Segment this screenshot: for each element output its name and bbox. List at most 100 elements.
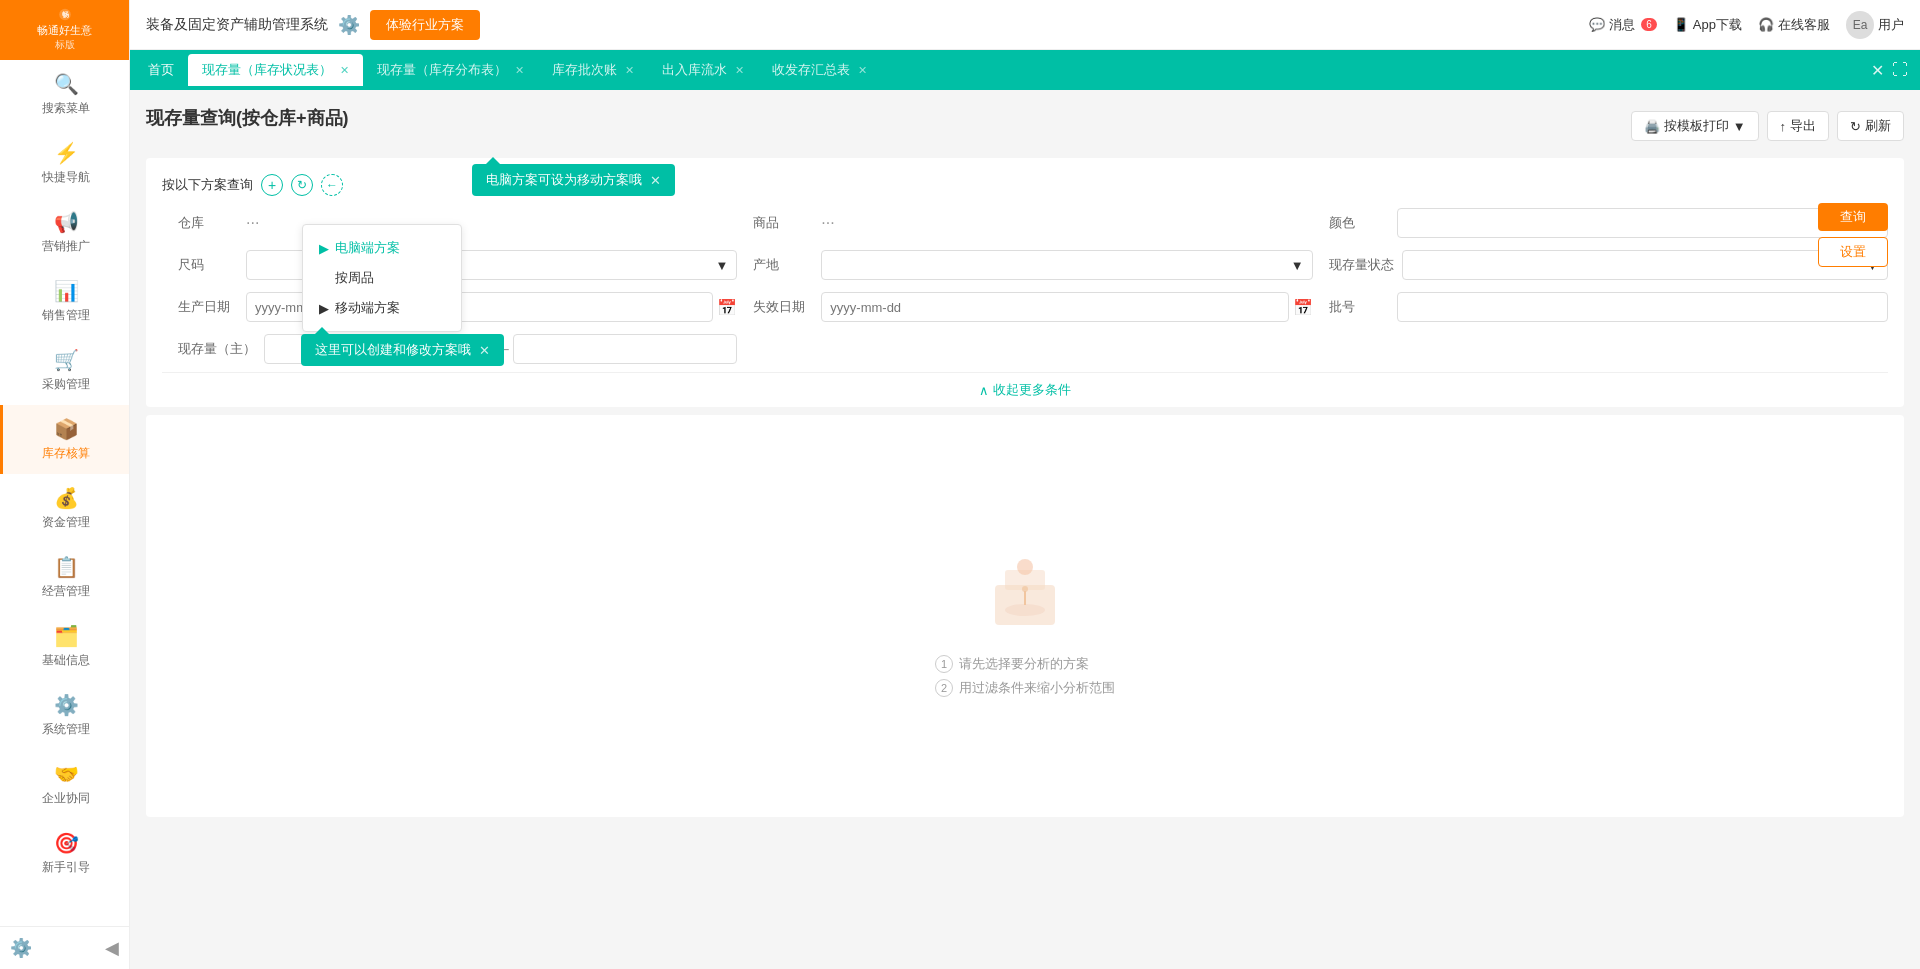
tab-close-collect[interactable]: ✕ [858, 64, 867, 77]
print-dropdown-icon: ▼ [1733, 119, 1746, 134]
filter-size-label: 尺码 [178, 256, 238, 274]
collapse-row[interactable]: ∧ 收起更多条件 [162, 372, 1888, 407]
export-btn[interactable]: ↑ 导出 [1767, 111, 1830, 141]
message-icon: 💬 [1589, 17, 1605, 32]
svg-point-5 [1005, 604, 1045, 616]
refresh-btn[interactable]: ↻ 刷新 [1837, 111, 1904, 141]
filter-row-stock-status: 现存量状态 ▼ [1329, 250, 1888, 280]
product-dots-icon[interactable]: ··· [821, 214, 834, 232]
sidebar-item-guide[interactable]: 🎯 新手引导 [0, 819, 129, 888]
enterprise-icon: 🤝 [54, 762, 79, 786]
sidebar-nav: 🔍 搜索菜单 ⚡ 快捷导航 📢 营销推广 📊 销售管理 🛒 采购管理 📦 库存核… [0, 60, 129, 926]
app-download-action[interactable]: 📱 App下载 [1673, 16, 1742, 34]
inventory-icon: 📦 [54, 417, 79, 441]
tab-inventory-status[interactable]: 现存量（库存状况表） ✕ [188, 54, 363, 86]
expire-date-input[interactable] [821, 292, 1288, 322]
sidebar-item-operations[interactable]: 📋 经营管理 [0, 543, 129, 612]
industry-btn[interactable]: 体验行业方案 [370, 10, 480, 40]
tab-close-inventory-status[interactable]: ✕ [340, 64, 349, 77]
empty-illustration [975, 535, 1075, 635]
hint-num-2: 2 [935, 679, 953, 697]
search-btn[interactable]: 查询 [1818, 203, 1888, 231]
expire-date-calendar-icon[interactable]: 📅 [1293, 298, 1313, 317]
sidebar-item-system[interactable]: ⚙️ 系统管理 [0, 681, 129, 750]
headset-icon: 🎧 [1758, 17, 1774, 32]
filter-refresh-btn[interactable]: ↻ [291, 174, 313, 196]
system-name: 装备及固定资产辅助管理系统 [146, 16, 328, 34]
quick-icon: ⚡ [54, 141, 79, 165]
sidebar-item-inventory[interactable]: 📦 库存核算 [0, 405, 129, 474]
tab-inout[interactable]: 出入库流水 ✕ [648, 54, 758, 86]
message-action[interactable]: 💬 消息 6 [1589, 16, 1657, 34]
sidebar-item-sales[interactable]: 📊 销售管理 [0, 267, 129, 336]
sidebar-item-base[interactable]: 🗂️ 基础信息 [0, 612, 129, 681]
gear-icon[interactable]: ⚙️ [338, 14, 360, 36]
scheme-item-desktop[interactable]: ▶ 电脑端方案 [303, 233, 461, 263]
filter-stock-status-label: 现存量状态 [1329, 256, 1394, 274]
svg-text:畅: 畅 [61, 11, 68, 18]
tooltip-edit-scheme: 这里可以创建和修改方案哦 ✕ [301, 334, 504, 366]
tooltip-desktop-scheme: 电脑方案可设为移动方案哦 ✕ [472, 164, 675, 196]
search-icon: 🔍 [54, 72, 79, 96]
scheme-tree: ▶ 电脑端方案 按周品 ▶ 移动端方案 [302, 224, 462, 332]
settings-filter-btn[interactable]: 设置 [1818, 237, 1888, 267]
filter-row-batch: 批号 [1329, 292, 1888, 322]
filter-row-product: 商品 ··· [753, 208, 1312, 238]
refresh-icon: ↻ [1850, 119, 1861, 134]
expand-arrow-mobile-icon: ▶ [319, 301, 329, 316]
top-header: 装备及固定资产辅助管理系统 ⚙️ 体验行业方案 💬 消息 6 📱 App下载 🎧… [130, 0, 1920, 50]
filter-row-expire-date: 失效日期 📅 [753, 292, 1312, 322]
sidebar-footer: ⚙️ ◀ [0, 926, 129, 969]
tab-collect[interactable]: 收发存汇总表 ✕ [758, 54, 881, 86]
sidebar-item-marketing[interactable]: 📢 营销推广 [0, 198, 129, 267]
tab-close-batch[interactable]: ✕ [625, 64, 634, 77]
filter-origin-select[interactable]: ▼ [821, 250, 1312, 280]
sidebar-item-purchase[interactable]: 🛒 采购管理 [0, 336, 129, 405]
sidebar-item-finance[interactable]: 💰 资金管理 [0, 474, 129, 543]
header-right: 💬 消息 6 📱 App下载 🎧 在线客服 Ea 用户 [1589, 11, 1904, 39]
collapse-sidebar-icon[interactable]: ◀ [105, 937, 119, 959]
chevron-down-size-icon: ▼ [715, 258, 728, 273]
tooltip-close-bottom[interactable]: ✕ [479, 343, 490, 358]
export-icon: ↑ [1780, 119, 1787, 134]
hint-num-1: 1 [935, 655, 953, 673]
filter-stock-status-select[interactable]: ▼ [1402, 250, 1888, 280]
produce-date-calendar-icon[interactable]: 📅 [717, 298, 737, 317]
logo-badge: 标版 [55, 38, 75, 52]
warehouse-dots-icon[interactable]: ··· [246, 214, 259, 232]
user-action[interactable]: Ea 用户 [1846, 11, 1904, 39]
scheme-item-product[interactable]: 按周品 [303, 263, 461, 293]
hint-item-1: 1 请先选择要分析的方案 [935, 655, 1115, 673]
tab-batch[interactable]: 库存批次账 ✕ [538, 54, 648, 86]
scheme-item-mobile[interactable]: ▶ 移动端方案 [303, 293, 461, 323]
online-service-action[interactable]: 🎧 在线客服 [1758, 16, 1830, 34]
hint-item-2: 2 用过滤条件来缩小分析范围 [935, 679, 1115, 697]
print-btn[interactable]: 🖨️ 按模板打印 ▼ [1631, 111, 1759, 141]
sidebar-item-enterprise[interactable]: 🤝 企业协同 [0, 750, 129, 819]
settings-footer-icon[interactable]: ⚙️ [10, 937, 32, 959]
tab-close-all-icon[interactable]: ✕ [1871, 61, 1884, 80]
filter-row-color: 颜色 ▼ [1329, 208, 1888, 238]
tab-fullscreen-icon[interactable]: ⛶ [1892, 61, 1908, 79]
batch-input[interactable] [1397, 292, 1888, 322]
purchase-icon: 🛒 [54, 348, 79, 372]
tab-home[interactable]: 首页 [134, 54, 188, 86]
stock-main-to-input[interactable] [513, 334, 738, 364]
message-badge: 6 [1641, 18, 1657, 31]
filter-color-select[interactable]: ▼ [1397, 208, 1888, 238]
sidebar-item-quick[interactable]: ⚡ 快捷导航 [0, 129, 129, 198]
filter-add-btn[interactable]: + [261, 174, 283, 196]
sidebar: 畅 畅通好生意 标版 🔍 搜索菜单 ⚡ 快捷导航 📢 营销推广 📊 销售管理 🛒… [0, 0, 130, 969]
empty-hints: 1 请先选择要分析的方案 2 用过滤条件来缩小分析范围 [935, 655, 1115, 697]
tab-close-inventory-dist[interactable]: ✕ [515, 64, 524, 77]
tab-close-inout[interactable]: ✕ [735, 64, 744, 77]
sidebar-item-search[interactable]: 🔍 搜索菜单 [0, 60, 129, 129]
filter-back-btn[interactable]: ← [321, 174, 343, 196]
tooltip-close-top[interactable]: ✕ [650, 173, 661, 188]
tab-bar: 首页 现存量（库存状况表） ✕ 现存量（库存分布表） ✕ 库存批次账 ✕ 出入库… [130, 50, 1920, 90]
tab-inventory-dist[interactable]: 现存量（库存分布表） ✕ [363, 54, 538, 86]
main-content: 装备及固定资产辅助管理系统 ⚙️ 体验行业方案 💬 消息 6 📱 App下载 🎧… [130, 0, 1920, 969]
sales-icon: 📊 [54, 279, 79, 303]
guide-icon: 🎯 [54, 831, 79, 855]
phone-icon: 📱 [1673, 17, 1689, 32]
